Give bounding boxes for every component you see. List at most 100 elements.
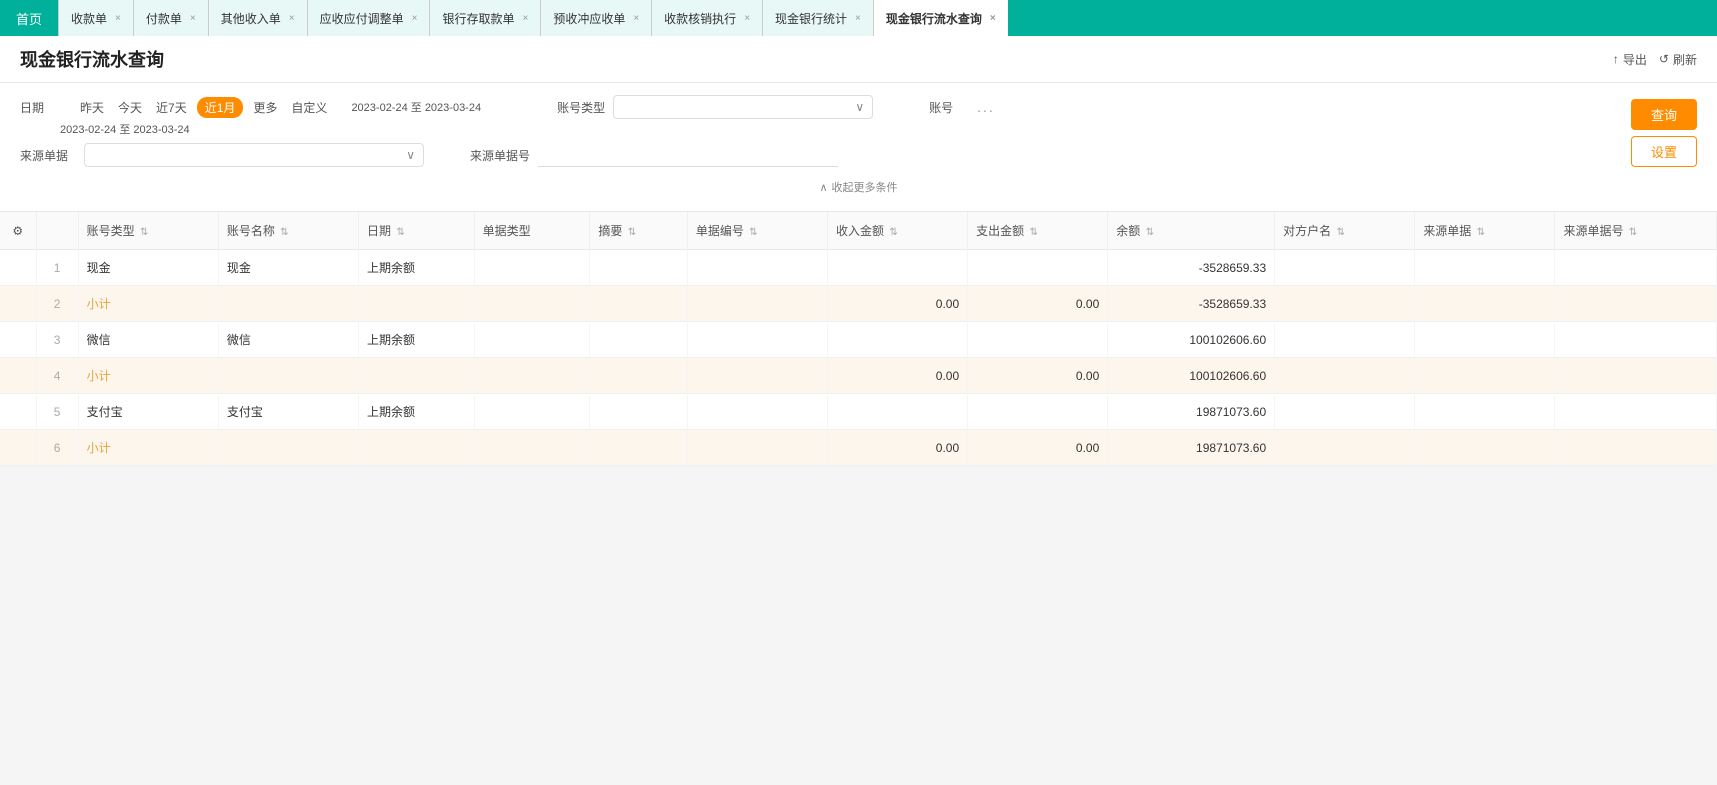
date-opt-today[interactable]: 今天 bbox=[114, 97, 146, 118]
close-icon[interactable]: × bbox=[289, 13, 295, 24]
close-icon[interactable]: × bbox=[990, 13, 996, 24]
table-cell bbox=[218, 286, 358, 322]
column-num bbox=[36, 212, 78, 250]
column-counterpart[interactable]: 对方户名 ⇅ bbox=[1275, 212, 1415, 250]
table-cell bbox=[590, 250, 687, 286]
table-cell bbox=[590, 430, 687, 466]
table-cell bbox=[968, 322, 1108, 358]
tab-adjustment[interactable]: 应收应付调整单 × bbox=[307, 0, 430, 36]
column-expense[interactable]: 支出金额 ⇅ bbox=[968, 212, 1108, 250]
tab-payment[interactable]: 付款单 × bbox=[133, 0, 208, 36]
tab-bank-deposit[interactable]: 银行存取款单 × bbox=[429, 0, 540, 36]
column-summary[interactable]: 摘要 ⇅ bbox=[590, 212, 687, 250]
sort-icon: ⇅ bbox=[280, 227, 288, 238]
table-cell: 现金 bbox=[78, 250, 218, 286]
table-cell bbox=[590, 394, 687, 430]
table-cell: 支付宝 bbox=[218, 394, 358, 430]
export-icon: ↑ bbox=[1613, 52, 1619, 66]
table-cell bbox=[474, 250, 590, 286]
date-opt-1month[interactable]: 近1月 bbox=[197, 97, 244, 118]
settings-button[interactable]: 设置 bbox=[1631, 136, 1697, 167]
filter-row-1: 日期 昨天 今天 近7天 近1月 更多 自定义 2023-02-24 至 202… bbox=[20, 95, 1615, 119]
account-dots-button[interactable]: ... bbox=[977, 99, 995, 115]
sort-icon: ⇅ bbox=[1477, 227, 1485, 238]
table-cell: 100102606.60 bbox=[1108, 358, 1275, 394]
column-account-name[interactable]: 账号名称 ⇅ bbox=[218, 212, 358, 250]
chevron-down-icon: ∨ bbox=[855, 100, 864, 114]
close-icon[interactable]: × bbox=[522, 13, 528, 24]
tab-verify[interactable]: 收款核销执行 × bbox=[651, 0, 762, 36]
export-button[interactable]: ↑ 导出 bbox=[1613, 51, 1647, 68]
column-source-doc-no[interactable]: 来源单据号 ⇅ bbox=[1555, 212, 1717, 250]
column-date[interactable]: 日期 ⇅ bbox=[358, 212, 474, 250]
table-cell bbox=[1415, 250, 1555, 286]
table-cell: -3528659.33 bbox=[1108, 250, 1275, 286]
date-opt-custom[interactable]: 自定义 bbox=[287, 97, 331, 118]
table-container: ⚙ 账号类型 ⇅ 账号名称 ⇅ 日期 ⇅ 单据类型 摘要 bbox=[0, 212, 1717, 466]
table-cell bbox=[0, 430, 36, 466]
close-icon[interactable]: × bbox=[190, 13, 196, 24]
column-doc-type: 单据类型 bbox=[474, 212, 590, 250]
table-cell bbox=[0, 250, 36, 286]
column-balance[interactable]: 余额 ⇅ bbox=[1108, 212, 1275, 250]
table-cell: 现金 bbox=[218, 250, 358, 286]
collapse-bar[interactable]: ∧ 收起更多条件 bbox=[20, 175, 1697, 199]
table-cell bbox=[0, 286, 36, 322]
column-doc-no[interactable]: 单据编号 ⇅ bbox=[687, 212, 827, 250]
table-cell: 微信 bbox=[78, 322, 218, 358]
table-cell bbox=[1555, 430, 1717, 466]
table-cell: 小计 bbox=[78, 430, 218, 466]
sort-icon: ⇅ bbox=[396, 227, 404, 238]
sort-icon: ⇅ bbox=[140, 227, 148, 238]
table-cell bbox=[687, 250, 827, 286]
tab-prepay[interactable]: 预收冲应收单 × bbox=[540, 0, 651, 36]
column-income[interactable]: 收入金额 ⇅ bbox=[827, 212, 967, 250]
source-doc-select[interactable]: ∨ bbox=[84, 143, 424, 167]
table-cell bbox=[687, 322, 827, 358]
close-icon[interactable]: × bbox=[855, 13, 861, 24]
table-cell: 1 bbox=[36, 250, 78, 286]
table-cell bbox=[218, 358, 358, 394]
table-cell bbox=[1415, 286, 1555, 322]
column-account-type[interactable]: 账号类型 ⇅ bbox=[78, 212, 218, 250]
sort-icon: ⇅ bbox=[1336, 227, 1344, 238]
date-opt-yesterday[interactable]: 昨天 bbox=[76, 97, 108, 118]
source-doc-num-label: 来源单据号 bbox=[470, 147, 530, 164]
date-opt-more[interactable]: 更多 bbox=[249, 97, 281, 118]
table-cell bbox=[687, 286, 827, 322]
close-icon[interactable]: × bbox=[115, 13, 121, 24]
query-button[interactable]: 查询 bbox=[1631, 99, 1697, 130]
date-range: 2023-02-24 至 2023-03-24 bbox=[351, 99, 481, 115]
table-cell bbox=[1555, 286, 1717, 322]
close-icon[interactable]: × bbox=[412, 13, 418, 24]
date-label: 日期 bbox=[20, 99, 60, 116]
tab-cash-bank-flow[interactable]: 现金银行流水查询 × bbox=[873, 0, 1008, 36]
refresh-button[interactable]: ↺ 刷新 bbox=[1659, 51, 1697, 68]
table-cell bbox=[1555, 322, 1717, 358]
tab-other-income[interactable]: 其他收入单 × bbox=[208, 0, 307, 36]
column-source-doc[interactable]: 来源单据 ⇅ bbox=[1415, 212, 1555, 250]
table-cell bbox=[358, 430, 474, 466]
sort-icon: ⇅ bbox=[749, 227, 757, 238]
tab-cash-bank-stats[interactable]: 现金银行统计 × bbox=[762, 0, 873, 36]
close-icon[interactable]: × bbox=[633, 13, 639, 24]
account-type-select[interactable]: ∨ bbox=[613, 95, 873, 119]
column-gear[interactable]: ⚙ bbox=[0, 212, 36, 250]
source-doc-label: 来源单据 bbox=[20, 147, 68, 164]
table-cell: 上期余额 bbox=[358, 394, 474, 430]
source-doc-num-input[interactable] bbox=[538, 143, 838, 167]
table-cell bbox=[827, 322, 967, 358]
close-icon[interactable]: × bbox=[744, 13, 750, 24]
table-cell bbox=[474, 322, 590, 358]
table-cell bbox=[1415, 430, 1555, 466]
collapse-icon: ∧ bbox=[819, 181, 827, 194]
table-cell bbox=[1555, 394, 1717, 430]
tab-receipt[interactable]: 收款单 × bbox=[58, 0, 133, 36]
date-opt-7days[interactable]: 近7天 bbox=[152, 97, 191, 118]
home-tab[interactable]: 首页 bbox=[0, 0, 58, 36]
sort-icon: ⇅ bbox=[1029, 227, 1037, 238]
table-cell: 小计 bbox=[78, 286, 218, 322]
table-cell bbox=[0, 394, 36, 430]
table-cell bbox=[590, 286, 687, 322]
table-cell: 小计 bbox=[78, 358, 218, 394]
